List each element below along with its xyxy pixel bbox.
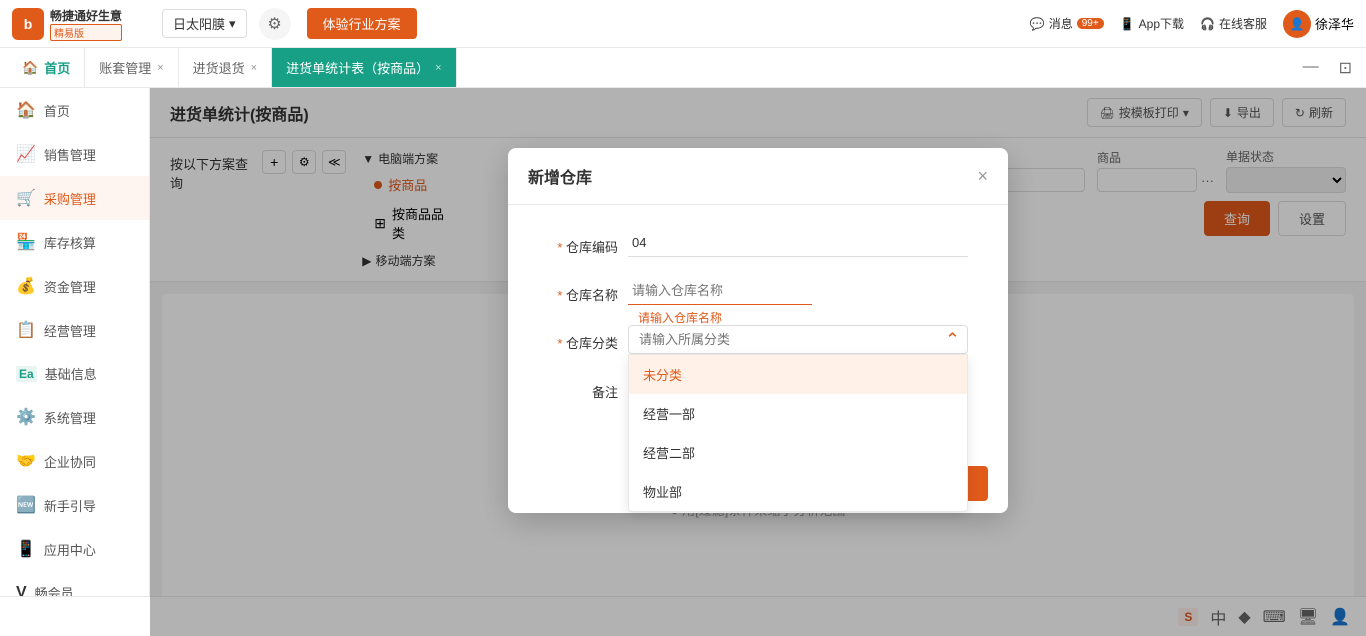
code-field-row: 仓库编码 bbox=[548, 229, 968, 257]
sidebar-item-basic[interactable]: Ea 基础信息 bbox=[0, 352, 149, 395]
avatar: 👤 bbox=[1283, 10, 1311, 38]
content-area: 进货单统计(按商品) 🖨 按模板打印 ▾ ⬇ 导出 ↻ 刷新 bbox=[150, 88, 1366, 636]
top-bar: b 畅捷通好生意 精易版 日太阳膜 ▾ ⚙ 体验行业方案 💬 消息 99+ 📱 … bbox=[0, 0, 1366, 48]
dialog-body: 仓库编码 仓库名称 请输入仓库名称 仓库分类 bbox=[508, 205, 1008, 454]
new-warehouse-dialog: 新增仓库 × 仓库编码 仓库名称 请输入仓库名 bbox=[508, 148, 1008, 513]
tab-home[interactable]: 🏠 首页 bbox=[8, 48, 85, 87]
trial-button[interactable]: 体验行业方案 bbox=[307, 8, 417, 39]
code-label: 仓库编码 bbox=[548, 229, 628, 256]
tab-purchase-stats[interactable]: 进货单统计表（按商品） × bbox=[272, 48, 456, 87]
sidebar-item-apps[interactable]: 📱 应用中心 bbox=[0, 527, 149, 571]
gear-button[interactable]: ⚙ bbox=[259, 8, 291, 40]
dropdown-item-dept1[interactable]: 经营一部 bbox=[629, 394, 967, 433]
modal-overlay: 新增仓库 × 仓库编码 仓库名称 请输入仓库名 bbox=[150, 88, 1366, 636]
home-icon: 🏠 bbox=[16, 100, 36, 120]
dialog-header: 新增仓库 × bbox=[508, 148, 1008, 205]
message-icon: 💬 bbox=[1030, 17, 1045, 31]
name-error-message: 请输入仓库名称 bbox=[638, 309, 722, 326]
main-layout: 🏠 首页 📈 销售管理 🛒 采购管理 🏪 库存核算 💰 资金管理 📋 经营管理 … bbox=[0, 88, 1366, 636]
top-actions: ⚙ 体验行业方案 bbox=[259, 8, 417, 40]
logo-area: b 畅捷通好生意 精易版 bbox=[12, 7, 162, 41]
sidebar: 🏠 首页 📈 销售管理 🛒 采购管理 🏪 库存核算 💰 资金管理 📋 经营管理 … bbox=[0, 88, 150, 636]
notification-button[interactable]: 💬 消息 99+ bbox=[1030, 15, 1104, 32]
dropdown-item-dept2[interactable]: 经营二部 bbox=[629, 433, 967, 472]
phone-icon: 📱 bbox=[1120, 17, 1135, 31]
name-label: 仓库名称 bbox=[548, 277, 628, 304]
dropdown-item-uncategorized[interactable]: 未分类 bbox=[629, 355, 967, 394]
system-icon: ⚙️ bbox=[16, 407, 36, 427]
dialog-title: 新增仓库 bbox=[528, 164, 592, 188]
notification-badge: 99+ bbox=[1077, 18, 1104, 29]
category-field-row: 仓库分类 ⌃ 未分类 经营一部 经营二部 物业部 bbox=[548, 325, 968, 354]
basic-icon: Ea bbox=[16, 366, 37, 382]
tab-bar: 🏠 首页 账套管理 × 进货退货 × 进货单统计表（按商品） × — ⊡ bbox=[0, 48, 1366, 88]
chevron-down-icon: ▾ bbox=[229, 16, 236, 32]
code-input[interactable] bbox=[628, 229, 968, 257]
tab-bar-controls: — ⊡ bbox=[1297, 56, 1358, 80]
dropdown-item-dept3[interactable]: 物业部 bbox=[629, 472, 967, 511]
tab-purchase-return[interactable]: 进货退货 × bbox=[179, 48, 272, 87]
guide-icon: 🆕 bbox=[16, 495, 36, 515]
name-field-row: 仓库名称 请输入仓库名称 bbox=[548, 277, 968, 305]
inventory-icon: 🏪 bbox=[16, 232, 36, 252]
tab-accounts[interactable]: 账套管理 × bbox=[85, 48, 178, 87]
category-input[interactable] bbox=[628, 325, 968, 354]
sales-icon: 📈 bbox=[16, 144, 36, 164]
sidebar-item-sales[interactable]: 📈 销售管理 bbox=[0, 132, 149, 176]
sidebar-item-inventory[interactable]: 🏪 库存核算 bbox=[0, 220, 149, 264]
user-menu[interactable]: 👤 徐泽华 bbox=[1283, 10, 1354, 38]
category-dropdown: 未分类 经营一部 经营二部 物业部 bbox=[628, 354, 968, 512]
enterprise-icon: 🤝 bbox=[16, 451, 36, 471]
top-right: 💬 消息 99+ 📱 App下载 🎧 在线客服 👤 徐泽华 bbox=[1030, 10, 1354, 38]
headset-icon: 🎧 bbox=[1200, 17, 1215, 31]
close-icon[interactable]: × bbox=[251, 62, 257, 74]
sidebar-item-enterprise[interactable]: 🤝 企业协同 bbox=[0, 439, 149, 483]
app-download-button[interactable]: 📱 App下载 bbox=[1120, 15, 1184, 32]
logo-icon: b bbox=[12, 8, 44, 40]
sidebar-item-system[interactable]: ⚙️ 系统管理 bbox=[0, 395, 149, 439]
sidebar-item-home[interactable]: 🏠 首页 bbox=[0, 88, 149, 132]
store-name: 日太阳膜 bbox=[173, 14, 225, 33]
sidebar-item-guide[interactable]: 🆕 新手引导 bbox=[0, 483, 149, 527]
sidebar-item-purchase[interactable]: 🛒 采购管理 bbox=[0, 176, 149, 220]
store-selector[interactable]: 日太阳膜 ▾ bbox=[162, 9, 247, 38]
category-select-wrapper: ⌃ 未分类 经营一部 经营二部 物业部 bbox=[628, 325, 968, 354]
name-input[interactable] bbox=[628, 277, 812, 305]
chevron-up-icon[interactable]: ⌃ bbox=[945, 329, 960, 350]
note-label: 备注 bbox=[548, 374, 628, 401]
close-icon[interactable]: × bbox=[157, 62, 163, 74]
close-icon[interactable]: × bbox=[435, 62, 441, 74]
category-label: 仓库分类 bbox=[548, 325, 628, 352]
username: 徐泽华 bbox=[1315, 14, 1354, 33]
operation-icon: 📋 bbox=[16, 320, 36, 340]
dialog-close-button[interactable]: × bbox=[977, 166, 988, 187]
minimize-tab-icon[interactable]: — bbox=[1297, 56, 1325, 80]
sidebar-item-operation[interactable]: 📋 经营管理 bbox=[0, 308, 149, 352]
home-icon: 🏠 bbox=[22, 60, 38, 76]
online-service-button[interactable]: 🎧 在线客服 bbox=[1200, 15, 1267, 32]
purchase-icon: 🛒 bbox=[16, 188, 36, 208]
logo-text: 畅捷通好生意 精易版 bbox=[50, 7, 122, 41]
apps-icon: 📱 bbox=[16, 539, 36, 559]
sidebar-item-finance[interactable]: 💰 资金管理 bbox=[0, 264, 149, 308]
expand-tab-icon[interactable]: ⊡ bbox=[1333, 56, 1358, 80]
finance-icon: 💰 bbox=[16, 276, 36, 296]
